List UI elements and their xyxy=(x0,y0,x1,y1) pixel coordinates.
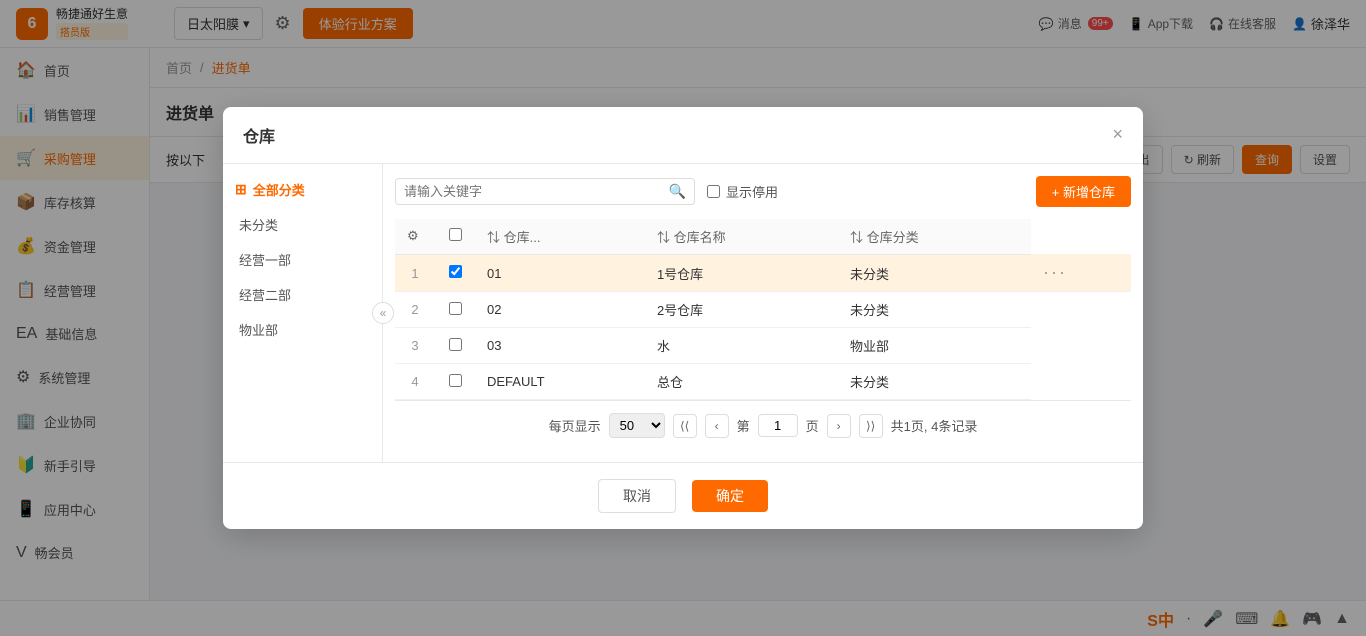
first-page-button[interactable]: ⟨⟨ xyxy=(673,414,697,438)
modal-body: ⊞ 全部分类 未分类经营一部经营二部物业部 « 🔍 显示停用 xyxy=(223,164,1143,463)
row-category: 未分类 xyxy=(838,292,1031,328)
category-sidebar: ⊞ 全部分类 未分类经营一部经营二部物业部 « xyxy=(223,164,383,463)
category-item-1[interactable]: 经营一部 xyxy=(223,242,382,277)
cancel-button[interactable]: 取消 xyxy=(598,479,676,513)
row-name: 水 xyxy=(645,328,838,364)
per-page-select[interactable]: 50 100 xyxy=(609,413,665,438)
row-category: 未分类 xyxy=(838,254,1031,292)
last-page-button[interactable]: ⟩⟩ xyxy=(859,414,883,438)
row-index: 1 xyxy=(395,254,435,292)
select-all-checkbox[interactable] xyxy=(449,228,462,241)
page-input[interactable] xyxy=(758,414,798,437)
col-settings: ⚙ xyxy=(395,219,435,255)
row-actions: ··· xyxy=(1031,254,1131,292)
table-row[interactable]: 4 DEFAULT 总仓 未分类 xyxy=(395,364,1131,400)
modal-footer: 取消 确定 xyxy=(223,462,1143,529)
col-code: ⇅ 仓库... xyxy=(475,219,645,255)
row-category: 物业部 xyxy=(838,328,1031,364)
total-info: 共1页, 4条记录 xyxy=(891,416,978,435)
search-icon[interactable]: 🔍 xyxy=(669,183,686,200)
row-checkbox-cell xyxy=(435,254,475,292)
row-code: 01 xyxy=(475,254,645,292)
per-page-label: 每页显示 xyxy=(549,416,601,435)
collapse-button[interactable]: « xyxy=(372,302,394,324)
row-name: 2号仓库 xyxy=(645,292,838,328)
pagination: 每页显示 50 100 ⟨⟨ ‹ 第 页 › ⟩⟩ 共1页, 4条记录 xyxy=(395,400,1131,450)
show-disabled-checkbox[interactable] xyxy=(707,185,720,198)
sort-icon: ⇅ xyxy=(487,230,500,245)
modal-overlay: 仓库 × ⊞ 全部分类 未分类经营一部经营二部物业部 « 🔍 xyxy=(0,0,1366,636)
sort-icon-3: ⇅ xyxy=(850,230,863,245)
col-category: ⇅ 仓库分类 xyxy=(838,219,1031,255)
row-checkbox[interactable] xyxy=(449,302,462,315)
row-more-button[interactable]: ··· xyxy=(1043,262,1067,282)
modal-title: 仓库 xyxy=(243,123,275,147)
confirm-button[interactable]: 确定 xyxy=(692,480,768,512)
table-row[interactable]: 3 03 水 物业部 xyxy=(395,328,1131,364)
page-word: 第 xyxy=(737,416,750,435)
row-name: 1号仓库 xyxy=(645,254,838,292)
table-area: 🔍 显示停用 + 新增仓库 ⚙ xyxy=(383,164,1143,463)
table-container: ⚙ ⇅ 仓库... ⇅ 仓库名称 xyxy=(395,219,1131,401)
row-index: 4 xyxy=(395,364,435,400)
col-checkbox xyxy=(435,219,475,255)
row-code: 02 xyxy=(475,292,645,328)
row-code: DEFAULT xyxy=(475,364,645,400)
sort-icon-2: ⇅ xyxy=(657,230,670,245)
category-all[interactable]: ⊞ 全部分类 xyxy=(223,172,382,207)
search-input[interactable] xyxy=(404,184,663,199)
row-checkbox[interactable] xyxy=(449,265,462,278)
prev-page-button[interactable]: ‹ xyxy=(705,414,729,438)
table-row[interactable]: 2 02 2号仓库 未分类 xyxy=(395,292,1131,328)
table-toolbar: 🔍 显示停用 + 新增仓库 xyxy=(395,176,1131,207)
row-index: 3 xyxy=(395,328,435,364)
table-body: 1 01 1号仓库 未分类 ··· 2 02 2号仓库 未分类 3 03 水 物… xyxy=(395,254,1131,400)
row-checkbox[interactable] xyxy=(449,374,462,387)
col-name: ⇅ 仓库名称 xyxy=(645,219,838,255)
category-item-2[interactable]: 经营二部 xyxy=(223,277,382,312)
category-all-label: 全部分类 xyxy=(253,180,305,199)
grid-icon: ⊞ xyxy=(235,181,247,198)
row-index: 2 xyxy=(395,292,435,328)
page-suffix: 页 xyxy=(806,416,819,435)
next-page-button[interactable]: › xyxy=(827,414,851,438)
search-box: 🔍 xyxy=(395,178,695,205)
category-item-0[interactable]: 未分类 xyxy=(223,207,382,242)
table-row[interactable]: 1 01 1号仓库 未分类 ··· xyxy=(395,254,1131,292)
category-item-3[interactable]: 物业部 xyxy=(223,312,382,347)
row-name: 总仓 xyxy=(645,364,838,400)
add-warehouse-button[interactable]: + 新增仓库 xyxy=(1036,176,1131,207)
show-disabled-label[interactable]: 显示停用 xyxy=(707,182,778,201)
row-category: 未分类 xyxy=(838,364,1031,400)
row-code: 03 xyxy=(475,328,645,364)
modal-close-button[interactable]: × xyxy=(1112,124,1123,145)
row-checkbox-cell xyxy=(435,328,475,364)
row-checkbox-cell xyxy=(435,292,475,328)
row-checkbox-cell xyxy=(435,364,475,400)
row-checkbox[interactable] xyxy=(449,338,462,351)
warehouse-modal: 仓库 × ⊞ 全部分类 未分类经营一部经营二部物业部 « 🔍 xyxy=(223,107,1143,530)
category-items: 未分类经营一部经营二部物业部 xyxy=(223,207,382,347)
settings-col-icon: ⚙ xyxy=(407,228,419,243)
modal-header: 仓库 × xyxy=(223,107,1143,164)
warehouse-table: ⚙ ⇅ 仓库... ⇅ 仓库名称 xyxy=(395,219,1131,401)
table-header-row: ⚙ ⇅ 仓库... ⇅ 仓库名称 xyxy=(395,219,1131,255)
